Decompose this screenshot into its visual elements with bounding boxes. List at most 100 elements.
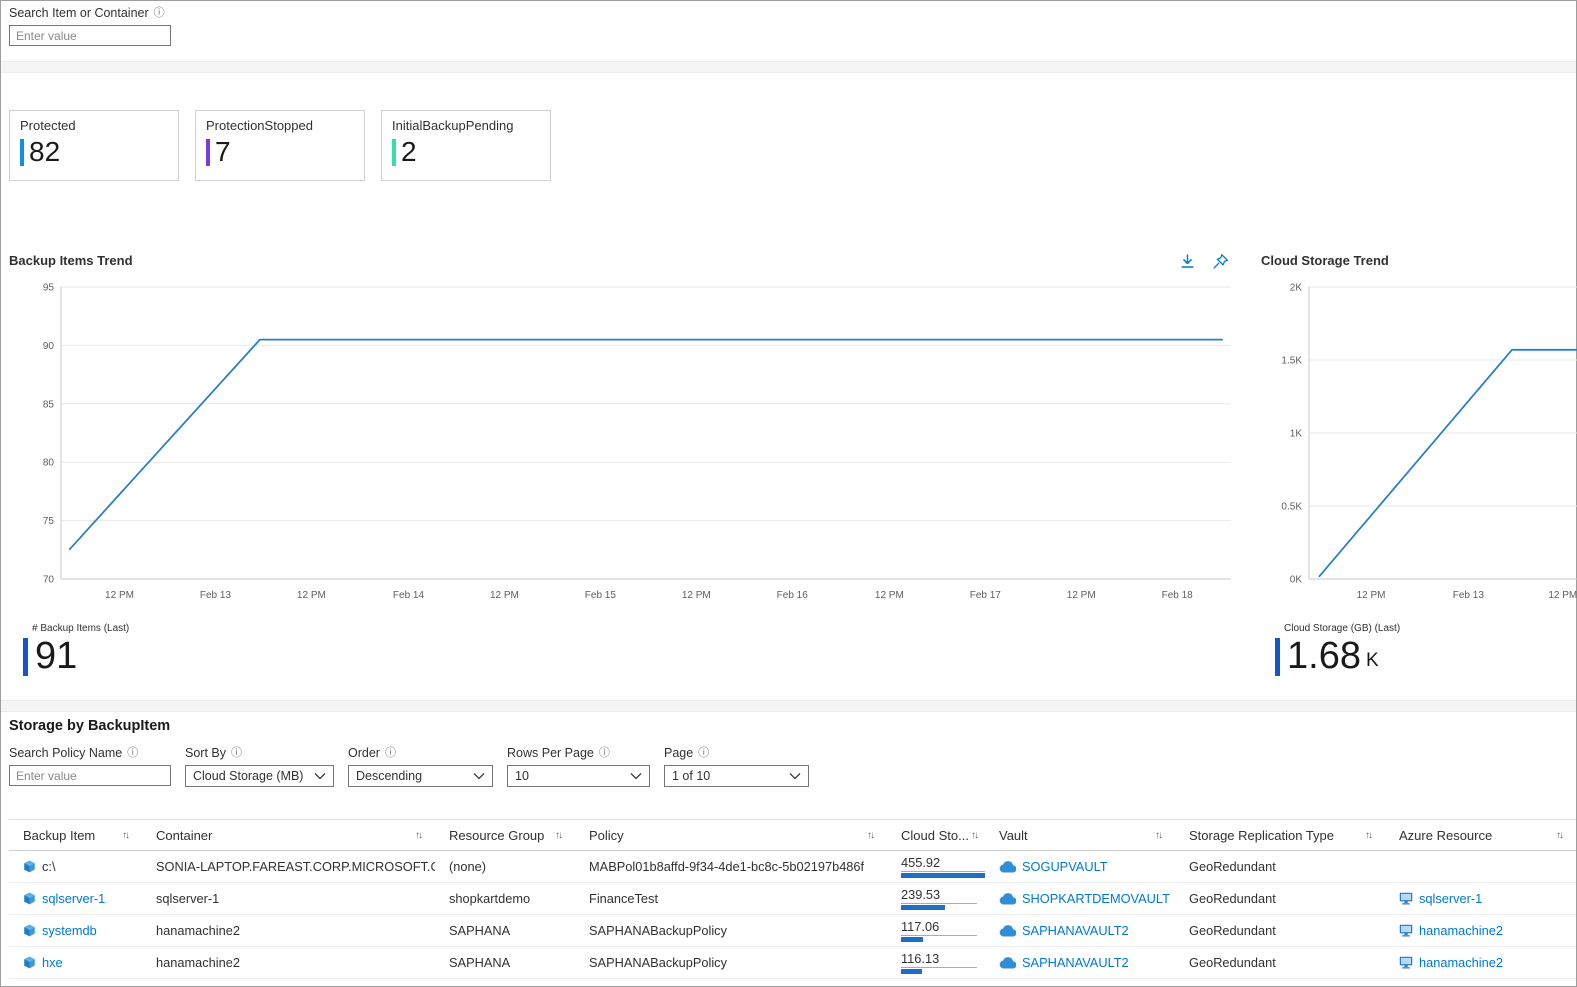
filter-label: Order xyxy=(348,746,380,760)
vault-cloud-icon xyxy=(999,861,1016,873)
page-value: 1 of 10 xyxy=(672,769,710,783)
svg-text:80: 80 xyxy=(43,458,55,469)
svg-text:Feb 18: Feb 18 xyxy=(1162,590,1194,601)
svg-text:0.5K: 0.5K xyxy=(1281,502,1302,513)
backup-item-cube-icon xyxy=(23,924,36,937)
svg-text:Feb 17: Feb 17 xyxy=(970,590,1002,601)
vm-icon xyxy=(1399,956,1413,969)
table-row: sqlserver-1sqlserver-1shopkartdemoFinanc… xyxy=(9,883,1576,915)
svg-text:12 PM: 12 PM xyxy=(1357,590,1386,601)
azure-resource-link[interactable]: hanamachine2 xyxy=(1419,923,1503,938)
backup-item-name[interactable]: sqlserver-1 xyxy=(42,891,105,906)
cloud-storage-bar xyxy=(901,969,922,974)
vault-link[interactable]: SHOPKARTDEMOVAULT xyxy=(1022,891,1170,906)
vault-cloud-icon xyxy=(999,925,1016,937)
cell-backup-item: sqlserver-1 xyxy=(9,891,142,906)
backup-item-name[interactable]: hxe xyxy=(42,955,63,970)
chevron-down-icon xyxy=(473,772,485,780)
vault-link[interactable]: SAPHANAVAULT2 xyxy=(1022,955,1129,970)
svg-text:12 PM: 12 PM xyxy=(682,590,711,601)
svg-text:1.5K: 1.5K xyxy=(1281,356,1302,367)
vm-icon xyxy=(1399,892,1413,905)
svg-text:12 PM: 12 PM xyxy=(297,590,326,601)
svg-text:85: 85 xyxy=(43,399,55,410)
page-dropdown[interactable]: 1 of 10 xyxy=(664,765,809,787)
info-icon: ⓘ xyxy=(698,748,709,759)
svg-text:Feb 14: Feb 14 xyxy=(393,590,425,601)
storage-table-body: c:\SONIA-LAPTOP.FAREAST.CORP.MICROSOFT.C… xyxy=(9,851,1576,979)
kpi-label: Protected xyxy=(20,118,168,133)
cell-resource-group: SAPHANA xyxy=(435,923,575,938)
cell-replication: GeoRedundant xyxy=(1175,955,1385,970)
cell-container: sqlserver-1 xyxy=(142,891,435,906)
svg-text:12 PM: 12 PM xyxy=(1067,590,1096,601)
svg-text:Feb 13: Feb 13 xyxy=(1453,590,1485,601)
vault-link[interactable]: SOGUPVAULT xyxy=(1022,859,1108,874)
filter-label: Page xyxy=(664,746,693,760)
vault-link[interactable]: SAPHANAVAULT2 xyxy=(1022,923,1129,938)
svg-text:2K: 2K xyxy=(1290,283,1303,294)
cloud-storage-value: 116.13 xyxy=(901,951,977,968)
kpi-label: InitialBackupPending xyxy=(392,118,540,133)
backup-items-trend-chart: 70758085909512 PMFeb 1312 PMFeb 1412 PMF… xyxy=(9,279,1241,613)
cloud-storage-value: 117.06 xyxy=(901,919,977,936)
cell-azure-resource: hanamachine2 xyxy=(1385,955,1576,970)
section-divider xyxy=(1,61,1576,73)
cell-replication: GeoRedundant xyxy=(1175,859,1385,874)
backup-items-summary: # Backup Items (Last) 91 xyxy=(9,623,1241,676)
cell-cloud-storage: 455.92 xyxy=(887,855,985,878)
cloud-storage-value: 455.92 xyxy=(901,855,985,872)
col-backup-item[interactable]: Backup Item ↑↓ xyxy=(9,828,142,843)
cell-cloud-storage: 116.13 xyxy=(887,951,985,974)
table-filters: Search Policy Name ⓘ Sort By ⓘ Cloud Sto… xyxy=(9,746,809,787)
azure-resource-link[interactable]: hanamachine2 xyxy=(1419,955,1503,970)
cell-container: SONIA-LAPTOP.FAREAST.CORP.MICROSOFT.COM xyxy=(142,859,435,874)
col-resource-group[interactable]: Resource Group ↑↓ xyxy=(435,828,575,843)
download-icon[interactable] xyxy=(1179,253,1196,270)
item-container-search-input[interactable] xyxy=(9,25,171,46)
chart-title: Backup Items Trend xyxy=(9,253,1241,279)
kpi-accent-bar xyxy=(206,139,210,166)
cell-resource-group: SAPHANA xyxy=(435,955,575,970)
cell-replication: GeoRedundant xyxy=(1175,891,1385,906)
kpi-initial-backup-pending: InitialBackupPending 2 xyxy=(381,110,551,181)
summary-label: Cloud Storage (GB) (Last) xyxy=(1284,623,1577,634)
order-dropdown[interactable]: Descending xyxy=(348,765,493,787)
cell-resource-group: shopkartdemo xyxy=(435,891,575,906)
top-search-label: Search Item or Container xyxy=(9,6,149,20)
filter-page: Page ⓘ 1 of 10 xyxy=(664,746,809,787)
info-icon: ⓘ xyxy=(385,748,396,759)
cell-azure-resource: sqlserver-1 xyxy=(1385,891,1576,906)
chart-title: Cloud Storage Trend xyxy=(1261,253,1577,279)
col-policy[interactable]: Policy ↑↓ xyxy=(575,828,887,843)
azure-resource-link[interactable]: sqlserver-1 xyxy=(1419,891,1482,906)
col-vault[interactable]: Vault ↑↓ xyxy=(985,828,1175,843)
summary-label: # Backup Items (Last) xyxy=(32,623,1241,634)
sort-by-dropdown[interactable]: Cloud Storage (MB) xyxy=(185,765,334,787)
rows-per-page-dropdown[interactable]: 10 xyxy=(507,765,650,787)
vault-cloud-icon xyxy=(999,957,1016,969)
col-cloud-storage[interactable]: Cloud Sto... ↑↓ xyxy=(887,828,985,843)
table-row: systemdbhanamachine2SAPHANASAPHANABackup… xyxy=(9,915,1576,947)
cell-vault: SOGUPVAULT xyxy=(985,859,1175,874)
col-azure-resource[interactable]: Azure Resource ↑↓ xyxy=(1385,828,1576,843)
policy-search-input[interactable] xyxy=(9,765,171,786)
info-icon: ⓘ xyxy=(154,8,165,19)
kpi-accent-bar xyxy=(392,139,396,166)
cloud-storage-bar xyxy=(901,937,923,942)
backup-item-name[interactable]: systemdb xyxy=(42,923,97,938)
cell-backup-item: hxe xyxy=(9,955,142,970)
info-icon: ⓘ xyxy=(231,748,242,759)
table-row: c:\SONIA-LAPTOP.FAREAST.CORP.MICROSOFT.C… xyxy=(9,851,1576,883)
kpi-value: 7 xyxy=(215,136,231,168)
cell-vault: SAPHANAVAULT2 xyxy=(985,923,1175,938)
backup-item-cube-icon xyxy=(23,860,36,873)
col-storage-replication-type[interactable]: Storage Replication Type ↑↓ xyxy=(1175,828,1385,843)
pin-icon[interactable] xyxy=(1212,253,1229,270)
svg-text:12 PM: 12 PM xyxy=(105,590,134,601)
svg-text:12 PM: 12 PM xyxy=(490,590,519,601)
col-container[interactable]: Container ↑↓ xyxy=(142,828,435,843)
sort-arrows-icon: ↑↓ xyxy=(122,830,128,841)
sort-arrows-icon: ↑↓ xyxy=(1556,830,1562,841)
table-row: hxehanamachine2SAPHANASAPHANABackupPolic… xyxy=(9,947,1576,979)
